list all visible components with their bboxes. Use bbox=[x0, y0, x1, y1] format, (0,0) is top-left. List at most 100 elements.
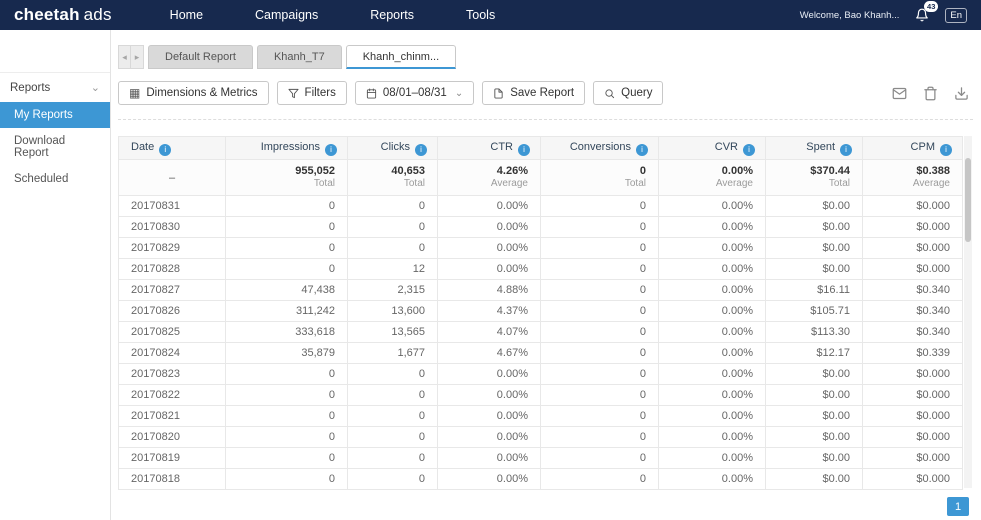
download-icon[interactable] bbox=[954, 86, 969, 101]
table-cell: $16.11 bbox=[765, 279, 863, 301]
app-logo[interactable]: cheetah ads bbox=[14, 5, 112, 25]
table-cell: 0 bbox=[540, 426, 659, 448]
column-header-clicks: Clicks i bbox=[347, 136, 438, 160]
total-sublabel: Total bbox=[403, 178, 425, 189]
table-row: 20170826 311,242 13,600 4.37% 0 0.00% $105.71 $… bbox=[118, 300, 963, 322]
tab-khanh-t7[interactable]: Khanh_T7 bbox=[256, 45, 342, 69]
table-cell: 20170822 bbox=[118, 384, 226, 406]
info-icon[interactable]: i bbox=[518, 143, 530, 156]
table-cell: 0 bbox=[225, 447, 348, 469]
table-row: 20170829 0 0 0.00% 0 0.00% $0.00 $0.000 bbox=[118, 237, 963, 259]
sidebar-section-reports[interactable]: Reports ⌄ bbox=[0, 72, 110, 102]
info-icon[interactable]: i bbox=[159, 143, 172, 156]
table-cell: 1,677 bbox=[347, 342, 438, 364]
table-cell: 2,315 bbox=[347, 279, 438, 301]
sidebar-item-download-report[interactable]: Download Report bbox=[0, 128, 110, 166]
table-cell: 311,242 bbox=[225, 300, 348, 322]
table-row: 20170820 0 0 0.00% 0 0.00% $0.00 $0.000 bbox=[118, 426, 963, 448]
table-cell: 0.00% bbox=[658, 237, 766, 259]
welcome-user[interactable]: Welcome, Bao Khanh... bbox=[800, 10, 900, 21]
total-cell: 4.26% Average bbox=[437, 159, 541, 196]
filter-funnel-icon bbox=[288, 88, 299, 99]
table-cell: 0.00% bbox=[437, 447, 541, 469]
column-header-ctr: CTR i bbox=[437, 136, 541, 160]
tab-scroll-left-button[interactable]: ◂ bbox=[118, 45, 131, 69]
total-cell: 40,653 Total bbox=[347, 159, 438, 196]
column-header-label: CPM bbox=[910, 140, 935, 153]
tab-khanh-chinm[interactable]: Khanh_chinm... bbox=[345, 45, 457, 69]
column-header-cpm: CPM i bbox=[862, 136, 963, 160]
table-row: 20170824 35,879 1,677 4.67% 0 0.00% $12.17 $0.3… bbox=[118, 342, 963, 364]
table-cell: 12 bbox=[347, 258, 438, 280]
tab-list: Default Report Khanh_T7 Khanh_chinm... bbox=[148, 45, 457, 69]
sidebar: Reports ⌄ My Reports Download Report Sched… bbox=[0, 30, 111, 520]
tab-default-report[interactable]: Default Report bbox=[148, 45, 253, 69]
table-cell: 0 bbox=[225, 468, 348, 490]
sidebar-item-scheduled[interactable]: Scheduled bbox=[0, 166, 110, 192]
table-cell: 47,438 bbox=[225, 279, 348, 301]
tab-scroll-right-button[interactable]: ▸ bbox=[131, 45, 144, 69]
table-cell: 20170830 bbox=[118, 216, 226, 238]
table-cell: $0.000 bbox=[862, 363, 963, 385]
query-button[interactable]: Query bbox=[593, 81, 664, 105]
notification-bell-icon[interactable]: 43 bbox=[915, 1, 939, 22]
nav-item-campaigns[interactable]: Campaigns bbox=[255, 8, 318, 22]
sidebar-item-my-reports[interactable]: My Reports bbox=[0, 102, 110, 128]
email-icon[interactable] bbox=[892, 86, 907, 101]
nav-item-reports[interactable]: Reports bbox=[370, 8, 414, 22]
table-row: 20170823 0 0 0.00% 0 0.00% $0.00 $0.000 bbox=[118, 363, 963, 385]
info-icon[interactable]: i bbox=[636, 143, 648, 156]
table-cell: 0.00% bbox=[658, 468, 766, 490]
filters-button[interactable]: Filters bbox=[276, 81, 347, 105]
table-cell: 0 bbox=[347, 426, 438, 448]
table-cell: 0.00% bbox=[658, 195, 766, 217]
trash-icon[interactable] bbox=[923, 86, 938, 101]
toolbar-right-icons bbox=[892, 86, 973, 101]
table-cell: 0 bbox=[540, 237, 659, 259]
info-icon[interactable]: i bbox=[415, 143, 427, 156]
column-header-label: Impressions bbox=[260, 140, 320, 153]
table-cell: 0.00% bbox=[658, 426, 766, 448]
info-icon[interactable]: i bbox=[940, 143, 952, 156]
column-header-label: Clicks bbox=[380, 140, 410, 153]
date-range-button[interactable]: 08/01–08/31 ⌄ bbox=[354, 81, 475, 105]
table-cell: 0 bbox=[540, 279, 659, 301]
table-cell: 0 bbox=[540, 384, 659, 406]
table-cell: 20170823 bbox=[118, 363, 226, 385]
table-area: Date i Impressions i Clicks i CTR i Conversions i… bbox=[118, 136, 973, 490]
table-cell: 0.00% bbox=[658, 447, 766, 469]
table-cell: 0.00% bbox=[437, 384, 541, 406]
table-scrollbar[interactable] bbox=[964, 136, 972, 488]
table-cell: 0.00% bbox=[437, 426, 541, 448]
filters-label: Filters bbox=[304, 87, 336, 99]
table-cell: 20170825 bbox=[118, 321, 226, 343]
table-cell: 0.00% bbox=[658, 405, 766, 427]
table-cell: 0 bbox=[540, 216, 659, 238]
info-icon[interactable]: i bbox=[840, 143, 852, 156]
page-button-1[interactable]: 1 bbox=[947, 497, 969, 516]
pagination: 1 bbox=[947, 497, 969, 516]
nav-item-tools[interactable]: Tools bbox=[466, 8, 495, 22]
table-cell: 20170821 bbox=[118, 405, 226, 427]
language-selector[interactable]: En bbox=[945, 7, 967, 23]
main-content: ◂ ▸ Default Report Khanh_T7 Khanh_chinm...… bbox=[111, 30, 981, 520]
scrollbar-thumb[interactable] bbox=[965, 158, 971, 242]
nav-item-home[interactable]: Home bbox=[170, 8, 203, 22]
table-cell: 0 bbox=[225, 216, 348, 238]
table-cell: 20170818 bbox=[118, 468, 226, 490]
column-header-conversions: Conversions i bbox=[540, 136, 659, 160]
total-value: 0.00% bbox=[721, 165, 753, 177]
info-icon[interactable]: i bbox=[743, 143, 755, 156]
table-cell: $0.000 bbox=[862, 195, 963, 217]
table-row: 20170819 0 0 0.00% 0 0.00% $0.00 $0.000 bbox=[118, 447, 963, 469]
table-row: 20170825 333,618 13,565 4.07% 0 0.00% $113.30 $… bbox=[118, 321, 963, 343]
dimensions-metrics-button[interactable]: ▦ Dimensions & Metrics bbox=[118, 81, 269, 105]
save-report-button[interactable]: Save Report bbox=[482, 81, 586, 105]
table-cell: 0 bbox=[347, 384, 438, 406]
table-cell: $0.00 bbox=[765, 237, 863, 259]
table-cell: $0.340 bbox=[862, 279, 963, 301]
info-icon[interactable]: i bbox=[325, 143, 337, 156]
table-row: 20170822 0 0 0.00% 0 0.00% $0.00 $0.000 bbox=[118, 384, 963, 406]
table-cell: $0.00 bbox=[765, 384, 863, 406]
table-cell: 0.00% bbox=[658, 363, 766, 385]
